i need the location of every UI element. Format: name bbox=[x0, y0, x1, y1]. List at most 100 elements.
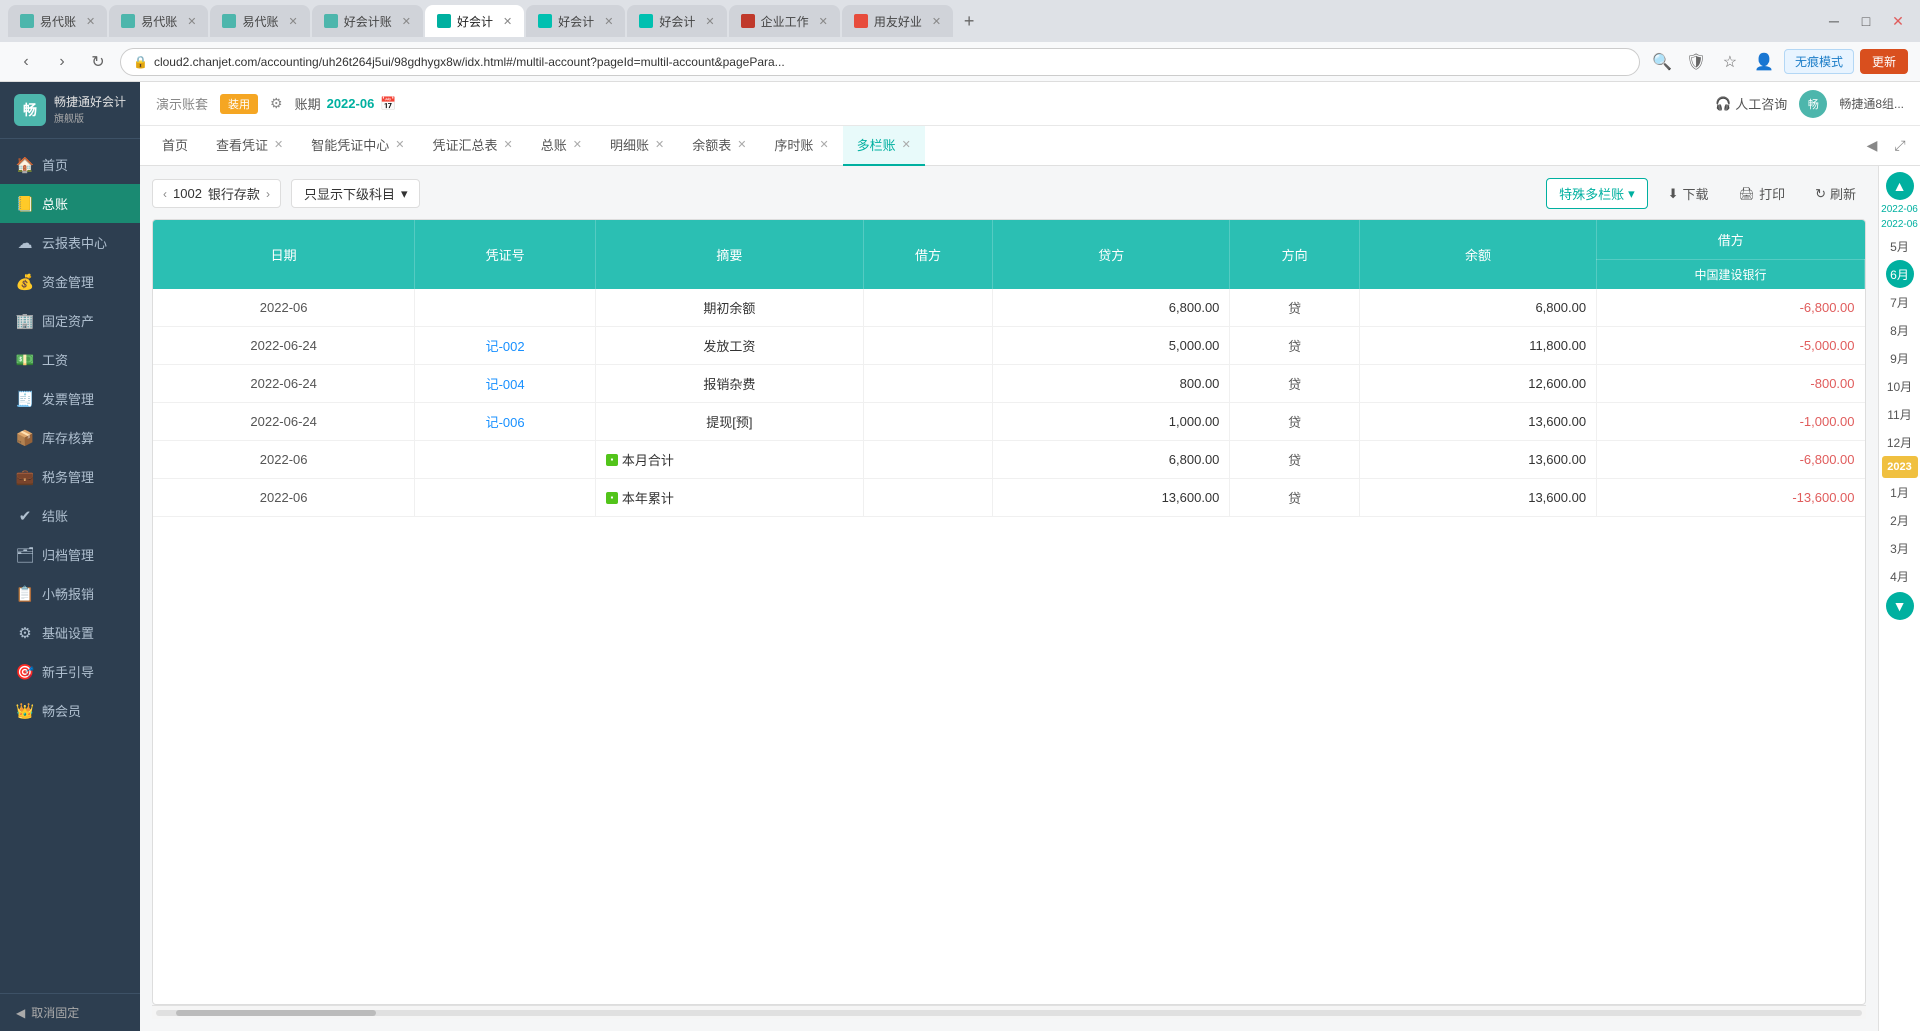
tab-close-3[interactable]: ✕ bbox=[288, 15, 297, 28]
tab-chronological[interactable]: 序时账 ✕ bbox=[760, 126, 842, 166]
browser-tab-6[interactable]: 好会计 ✕ bbox=[526, 5, 625, 37]
settings-gear-icon[interactable]: ⚙ bbox=[270, 95, 283, 112]
sidebar-item-settings[interactable]: ⚙ 基础设置 bbox=[0, 613, 140, 652]
expand-panel-button[interactable]: ⤢ bbox=[1888, 134, 1912, 158]
tab-close-1[interactable]: ✕ bbox=[86, 15, 95, 28]
cal-month-2023-3[interactable]: 3月 bbox=[1882, 534, 1918, 562]
sidebar-item-close-account[interactable]: ✔ 结账 bbox=[0, 496, 140, 535]
tab-close-9[interactable]: ✕ bbox=[932, 15, 941, 28]
sidebar-item-payroll[interactable]: 💵 工资 bbox=[0, 340, 140, 379]
cal-month-8[interactable]: 8月 bbox=[1882, 316, 1918, 344]
calendar-up-button[interactable]: ▲ bbox=[1886, 172, 1914, 200]
extension-button[interactable]: 🛡 bbox=[1682, 48, 1710, 76]
special-ledger-button[interactable]: 特殊多栏账 ▾ bbox=[1546, 178, 1648, 209]
tab-close-voucher-summary[interactable]: ✕ bbox=[504, 138, 513, 151]
sidebar-item-fund[interactable]: 💰 资金管理 bbox=[0, 262, 140, 301]
tab-balance-sheet[interactable]: 余额表 ✕ bbox=[678, 126, 760, 166]
close-button[interactable]: ✕ bbox=[1884, 7, 1912, 35]
tab-close-4[interactable]: ✕ bbox=[402, 15, 411, 28]
cal-month-10[interactable]: 10月 bbox=[1882, 372, 1918, 400]
sidebar-item-inventory[interactable]: 📦 库存核算 bbox=[0, 418, 140, 457]
cal-month-2023-4[interactable]: 4月 bbox=[1882, 562, 1918, 590]
calendar-icon[interactable]: 📅 bbox=[380, 96, 396, 112]
tab-multi-column[interactable]: 多栏账 ✕ bbox=[843, 126, 925, 166]
tab-close-balance-sheet[interactable]: ✕ bbox=[737, 138, 746, 151]
consult-button[interactable]: 🎧 人工咨询 bbox=[1715, 94, 1787, 113]
browser-tab-9[interactable]: 用友好业 ✕ bbox=[842, 5, 953, 37]
browser-tab-7[interactable]: 好会计 ✕ bbox=[627, 5, 726, 37]
row-voucher-2[interactable]: 记-004 bbox=[415, 365, 596, 403]
show-sub-toggle[interactable]: 只显示下级科目 ▾ bbox=[291, 179, 421, 208]
print-button[interactable]: 🖨 打印 bbox=[1729, 179, 1796, 208]
incognito-mode-button[interactable]: 无痕模式 bbox=[1784, 49, 1854, 74]
scroll-track[interactable] bbox=[156, 1010, 1862, 1016]
tab-detail-ledger[interactable]: 明细账 ✕ bbox=[596, 126, 678, 166]
tab-view-voucher[interactable]: 查看凭证 ✕ bbox=[202, 126, 297, 166]
next-subject-button[interactable]: › bbox=[266, 187, 270, 201]
scroll-thumb[interactable] bbox=[176, 1010, 376, 1016]
tab-close-5[interactable]: ✕ bbox=[503, 15, 512, 28]
cancel-fixed-button[interactable]: ◀ 取消固定 bbox=[0, 993, 140, 1031]
cal-month-7[interactable]: 7月 bbox=[1882, 288, 1918, 316]
sidebar-item-home[interactable]: 🏠 首页 bbox=[0, 145, 140, 184]
tab-close-detail-ledger[interactable]: ✕ bbox=[655, 138, 664, 151]
maximize-button[interactable]: □ bbox=[1852, 7, 1880, 35]
tab-close-8[interactable]: ✕ bbox=[819, 15, 828, 28]
tab-smart-voucher[interactable]: 智能凭证中心 ✕ bbox=[297, 126, 418, 166]
browser-tab-5[interactable]: 好会计 ✕ bbox=[425, 5, 524, 37]
tab-close-chronological[interactable]: ✕ bbox=[819, 138, 828, 151]
sidebar-item-fixed-assets[interactable]: 🏢 固定资产 bbox=[0, 301, 140, 340]
tab-icon-6 bbox=[538, 14, 552, 28]
download-button[interactable]: ⬇ 下载 bbox=[1658, 179, 1719, 208]
tab-close-7[interactable]: ✕ bbox=[705, 15, 714, 28]
tab-close-smart-voucher[interactable]: ✕ bbox=[395, 138, 404, 151]
sidebar-item-general-ledger[interactable]: 📒 总账 bbox=[0, 184, 140, 223]
row-voucher-1[interactable]: 记-002 bbox=[415, 327, 596, 365]
sidebar-item-guide[interactable]: 🎯 新手引导 bbox=[0, 652, 140, 691]
cal-month-2023-1[interactable]: 1月 bbox=[1882, 478, 1918, 506]
sidebar-item-invoice[interactable]: 🧾 发票管理 bbox=[0, 379, 140, 418]
cal-month-5[interactable]: 5月 bbox=[1882, 232, 1918, 260]
app-logo: 畅 畅捷通好会计 旗舰版 bbox=[0, 82, 140, 139]
back-button[interactable]: ‹ bbox=[12, 48, 40, 76]
profile-button[interactable]: 👤 bbox=[1750, 48, 1778, 76]
fund-icon: 💰 bbox=[16, 273, 34, 291]
new-tab-button[interactable]: + bbox=[955, 7, 983, 35]
prev-subject-button[interactable]: ‹ bbox=[163, 187, 167, 201]
collapse-panel-button[interactable]: ◀ bbox=[1860, 134, 1884, 158]
tab-voucher-summary[interactable]: 凭证汇总表 ✕ bbox=[418, 126, 526, 166]
tab-close-6[interactable]: ✕ bbox=[604, 15, 613, 28]
sidebar-item-expense[interactable]: 📋 小畅报销 bbox=[0, 574, 140, 613]
minimize-button[interactable]: ─ bbox=[1820, 7, 1848, 35]
sidebar-item-cloud-report[interactable]: ☁ 云报表中心 bbox=[0, 223, 140, 262]
tab-close-2[interactable]: ✕ bbox=[187, 15, 196, 28]
tab-close-general-ledger[interactable]: ✕ bbox=[573, 138, 582, 151]
browser-tab-4[interactable]: 好会计账 ✕ bbox=[312, 5, 423, 37]
sidebar-item-membership[interactable]: 👑 畅会员 bbox=[0, 691, 140, 730]
tab-close-multi-column[interactable]: ✕ bbox=[902, 138, 911, 151]
horizontal-scrollbar[interactable] bbox=[152, 1005, 1866, 1019]
sidebar-item-archive[interactable]: 🗂 归档管理 bbox=[0, 535, 140, 574]
tab-home[interactable]: 首页 bbox=[148, 126, 202, 166]
bookmark-button[interactable]: ☆ bbox=[1716, 48, 1744, 76]
url-input[interactable]: 🔒 cloud2.chanjet.com/accounting/uh26t264… bbox=[120, 48, 1640, 76]
tab-general-ledger[interactable]: 总账 ✕ bbox=[527, 126, 596, 166]
search-button[interactable]: 🔍 bbox=[1648, 48, 1676, 76]
browser-tab-2[interactable]: 易代账 ✕ bbox=[109, 5, 208, 37]
calendar-down-button[interactable]: ▼ bbox=[1886, 592, 1914, 620]
refresh-nav-button[interactable]: ↻ bbox=[84, 48, 112, 76]
tab-close-view-voucher[interactable]: ✕ bbox=[274, 138, 283, 151]
browser-tab-3[interactable]: 易代账 ✕ bbox=[210, 5, 309, 37]
browser-tab-1[interactable]: 易代账 ✕ bbox=[8, 5, 107, 37]
cal-month-11[interactable]: 11月 bbox=[1882, 400, 1918, 428]
refresh-button[interactable]: ↻ 刷新 bbox=[1805, 179, 1866, 208]
row-voucher-3[interactable]: 记-006 bbox=[415, 403, 596, 441]
cal-month-12[interactable]: 12月 bbox=[1882, 428, 1918, 456]
cal-month-6[interactable]: 6月 bbox=[1886, 260, 1914, 288]
browser-update-button[interactable]: 更新 bbox=[1860, 49, 1908, 74]
cal-month-9[interactable]: 9月 bbox=[1882, 344, 1918, 372]
cal-month-2023-2[interactable]: 2月 bbox=[1882, 506, 1918, 534]
forward-button[interactable]: › bbox=[48, 48, 76, 76]
browser-tab-8[interactable]: 企业工作 ✕ bbox=[729, 5, 840, 37]
sidebar-item-tax[interactable]: 💼 税务管理 bbox=[0, 457, 140, 496]
